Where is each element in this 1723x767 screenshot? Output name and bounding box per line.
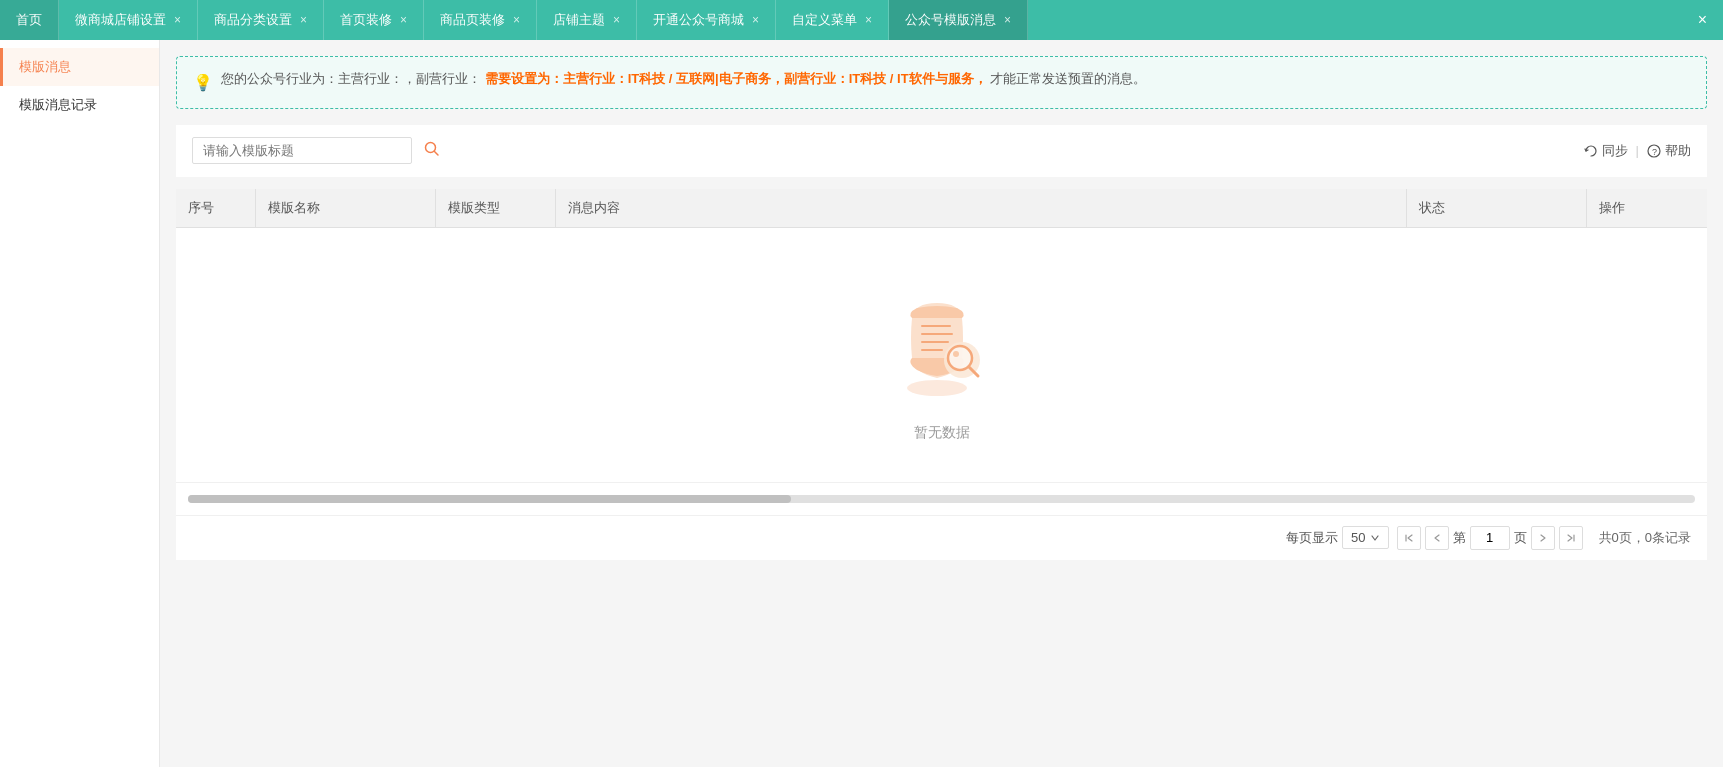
sidebar-item-template-msg[interactable]: 模版消息 bbox=[0, 48, 159, 86]
tab-custom-menu[interactable]: 自定义菜单 × bbox=[776, 0, 889, 40]
scrollbar-area bbox=[176, 482, 1707, 515]
th-action: 操作 bbox=[1587, 189, 1707, 227]
page-navigation: 第 页 bbox=[1397, 526, 1583, 550]
tab-shop-theme-label: 店铺主题 bbox=[553, 11, 605, 29]
svg-text:?: ? bbox=[1652, 147, 1657, 157]
sync-button[interactable]: 同步 bbox=[1584, 142, 1628, 160]
page-total: 共0页，0条记录 bbox=[1599, 529, 1691, 547]
sidebar-item-template-record-label: 模版消息记录 bbox=[19, 97, 97, 112]
search-button[interactable] bbox=[420, 137, 444, 165]
search-left bbox=[192, 137, 444, 165]
tab-template-msg-close[interactable]: × bbox=[1004, 13, 1011, 27]
tab-open-mall-label: 开通公众号商城 bbox=[653, 11, 744, 29]
tab-shop-settings[interactable]: 微商城店铺设置 × bbox=[59, 0, 198, 40]
tab-open-mall[interactable]: 开通公众号商城 × bbox=[637, 0, 776, 40]
help-icon: ? bbox=[1647, 144, 1661, 158]
tab-shop-theme-close[interactable]: × bbox=[613, 13, 620, 27]
tab-home-decor-label: 首页装修 bbox=[340, 11, 392, 29]
search-bar: 同步 | ? 帮助 bbox=[176, 125, 1707, 177]
tab-template-msg[interactable]: 公众号模版消息 × bbox=[889, 0, 1028, 40]
svg-line-1 bbox=[435, 151, 439, 155]
next-page-button[interactable] bbox=[1531, 526, 1555, 550]
empty-text: 暂无数据 bbox=[914, 424, 970, 442]
help-button[interactable]: ? 帮助 bbox=[1647, 142, 1691, 160]
help-label: 帮助 bbox=[1665, 142, 1691, 160]
content-area: 💡 您的公众号行业为：主营行业：，副营行业： 需要设置为：主营行业：IT科技 /… bbox=[160, 40, 1723, 767]
first-page-button[interactable] bbox=[1397, 526, 1421, 550]
last-page-icon bbox=[1566, 533, 1576, 543]
th-status: 状态 bbox=[1407, 189, 1587, 227]
pagination: 每页显示 50 bbox=[176, 515, 1707, 560]
empty-state: 暂无数据 bbox=[176, 228, 1707, 482]
scrollbar-thumb[interactable] bbox=[188, 495, 791, 503]
svg-point-12 bbox=[953, 351, 959, 357]
refresh-icon bbox=[1584, 144, 1598, 158]
tab-home[interactable]: 首页 bbox=[0, 0, 59, 40]
tab-template-msg-label: 公众号模版消息 bbox=[905, 11, 996, 29]
first-page-icon bbox=[1404, 533, 1414, 543]
main-layout: 模版消息 模版消息记录 💡 您的公众号行业为：主营行业：，副营行业： 需要设置为… bbox=[0, 40, 1723, 767]
prev-page-button[interactable] bbox=[1425, 526, 1449, 550]
search-right: 同步 | ? 帮助 bbox=[1584, 142, 1691, 160]
page-size-selector: 每页显示 50 bbox=[1286, 526, 1388, 549]
sync-label: 同步 bbox=[1602, 142, 1628, 160]
sidebar: 模版消息 模版消息记录 bbox=[0, 40, 160, 767]
svg-point-4 bbox=[907, 380, 967, 396]
page-number-input[interactable] bbox=[1470, 526, 1510, 550]
tab-custom-menu-close[interactable]: × bbox=[865, 13, 872, 27]
tab-home-label: 首页 bbox=[16, 11, 42, 29]
page-label-after: 页 bbox=[1514, 529, 1527, 547]
page-size-dropdown[interactable]: 50 bbox=[1342, 526, 1388, 549]
notice-text-after: 才能正常发送预置的消息。 bbox=[990, 71, 1146, 86]
page-size-value: 50 bbox=[1351, 530, 1365, 545]
next-page-icon bbox=[1538, 533, 1548, 543]
notice-text-highlight: 需要设置为：主营行业：IT科技 / 互联网|电子商务，副营行业：IT科技 / I… bbox=[485, 71, 987, 86]
tab-product-category[interactable]: 商品分类设置 × bbox=[198, 0, 324, 40]
tab-bar: 首页 微商城店铺设置 × 商品分类设置 × 首页装修 × 商品页装修 × 店铺主… bbox=[0, 0, 1723, 40]
chevron-down-icon bbox=[1370, 533, 1380, 543]
tab-shop-settings-label: 微商城店铺设置 bbox=[75, 11, 166, 29]
divider: | bbox=[1636, 143, 1639, 158]
page-size-label: 每页显示 bbox=[1286, 529, 1338, 547]
tab-open-mall-close[interactable]: × bbox=[752, 13, 759, 27]
tab-home-decor[interactable]: 首页装修 × bbox=[324, 0, 424, 40]
th-index: 序号 bbox=[176, 189, 256, 227]
tab-product-decor[interactable]: 商品页装修 × bbox=[424, 0, 537, 40]
notice-text: 您的公众号行业为：主营行业：，副营行业： 需要设置为：主营行业：IT科技 / 互… bbox=[221, 69, 1146, 90]
search-icon bbox=[424, 141, 440, 157]
table-header: 序号 模版名称 模版类型 消息内容 状态 操作 bbox=[176, 189, 1707, 228]
sidebar-item-template-record[interactable]: 模版消息记录 bbox=[0, 86, 159, 124]
th-type: 模版类型 bbox=[436, 189, 556, 227]
notice-banner: 💡 您的公众号行业为：主营行业：，副营行业： 需要设置为：主营行业：IT科技 /… bbox=[176, 56, 1707, 109]
tab-shop-settings-close[interactable]: × bbox=[174, 13, 181, 27]
horizontal-scrollbar[interactable] bbox=[188, 495, 1695, 503]
tab-product-decor-close[interactable]: × bbox=[513, 13, 520, 27]
notice-text-before: 您的公众号行业为：主营行业：，副营行业： bbox=[221, 71, 481, 86]
tab-shop-theme[interactable]: 店铺主题 × bbox=[537, 0, 637, 40]
tab-custom-menu-label: 自定义菜单 bbox=[792, 11, 857, 29]
tab-product-category-close[interactable]: × bbox=[300, 13, 307, 27]
tab-product-category-label: 商品分类设置 bbox=[214, 11, 292, 29]
empty-illustration bbox=[882, 288, 1002, 408]
table-wrapper: 序号 模版名称 模版类型 消息内容 状态 操作 bbox=[176, 189, 1707, 560]
tab-product-decor-label: 商品页装修 bbox=[440, 11, 505, 29]
tab-home-decor-close[interactable]: × bbox=[400, 13, 407, 27]
prev-page-icon bbox=[1432, 533, 1442, 543]
search-input[interactable] bbox=[192, 137, 412, 164]
tab-bar-close-all[interactable]: × bbox=[1682, 0, 1723, 40]
notice-icon: 💡 bbox=[193, 70, 213, 96]
th-name: 模版名称 bbox=[256, 189, 436, 227]
last-page-button[interactable] bbox=[1559, 526, 1583, 550]
page-label-before: 第 bbox=[1453, 529, 1466, 547]
sidebar-item-template-msg-label: 模版消息 bbox=[19, 59, 71, 74]
th-content: 消息内容 bbox=[556, 189, 1407, 227]
